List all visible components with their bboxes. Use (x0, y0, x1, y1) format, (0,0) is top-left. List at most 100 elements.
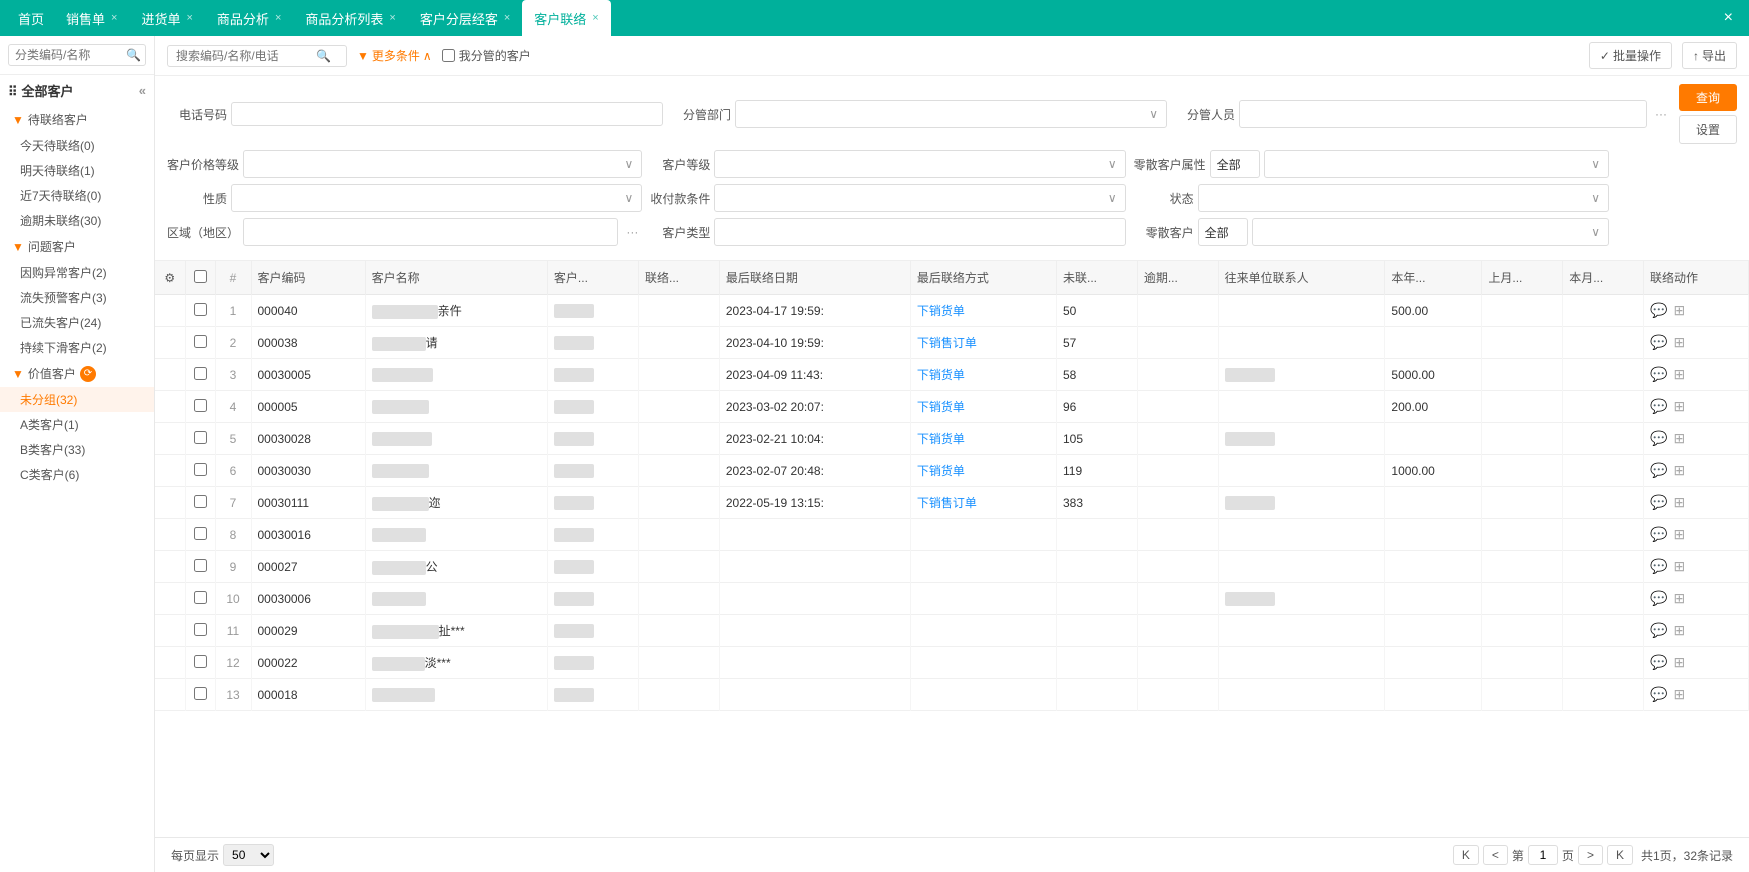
message-icon[interactable]: 💬 (1650, 686, 1667, 703)
last-method-link[interactable]: 下销货单 (917, 464, 965, 478)
last-method-link[interactable]: 下销售订单 (917, 496, 977, 510)
table-overdue-header[interactable]: 逾期... (1137, 261, 1218, 295)
row-checkbox-cell[interactable] (185, 327, 215, 359)
row-checkbox[interactable] (194, 495, 207, 508)
table-this-month-header[interactable]: 本月... (1563, 261, 1644, 295)
close-product-analysis-list-icon[interactable]: × (389, 12, 395, 24)
row-checkbox[interactable] (194, 367, 207, 380)
last-method-link[interactable]: 下销货单 (917, 432, 965, 446)
tab-customer-segment[interactable]: 客户分层经客 × (408, 0, 522, 36)
last-page-button[interactable]: K (1607, 845, 1633, 865)
retail-attr-value-select[interactable]: ∨ (1264, 150, 1609, 178)
table-code-header[interactable]: 客户编码 (251, 261, 365, 295)
sidebar-item-tomorrow-pending[interactable]: 明天待联络(1) (0, 158, 154, 183)
close-customer-contact-icon[interactable]: × (592, 12, 598, 24)
row-checkbox-cell[interactable] (185, 647, 215, 679)
first-page-button[interactable]: K (1453, 845, 1479, 865)
row-checkbox-cell[interactable] (185, 583, 215, 615)
message-icon[interactable]: 💬 (1650, 366, 1667, 383)
dept-select[interactable]: ∨ (735, 100, 1167, 128)
tab-purchase-order[interactable]: 进货单 × (129, 0, 204, 36)
grid-icon[interactable]: ⊞ (1673, 302, 1685, 319)
row-checkbox-cell[interactable] (185, 615, 215, 647)
per-page-select[interactable]: 50 20 100 (223, 844, 274, 866)
retail-customer-value-select[interactable]: 全部 (1198, 218, 1248, 246)
message-icon[interactable]: 💬 (1650, 654, 1667, 671)
grid-icon[interactable]: ⊞ (1673, 494, 1685, 511)
home-tab[interactable]: 首页 (8, 9, 54, 28)
row-checkbox-cell[interactable] (185, 679, 215, 711)
sidebar-item-7days-pending[interactable]: 近7天待联络(0) (0, 183, 154, 208)
retail-customer-extra-select[interactable]: ∨ (1252, 218, 1609, 246)
grid-icon[interactable]: ⊞ (1673, 526, 1685, 543)
message-icon[interactable]: 💬 (1650, 590, 1667, 607)
row-checkbox[interactable] (194, 559, 207, 572)
search-input[interactable] (176, 49, 316, 63)
message-icon[interactable]: 💬 (1650, 622, 1667, 639)
score-customer-group[interactable]: ▼ 价值客户 ⟳ (0, 360, 154, 387)
last-method-link[interactable]: 下销货单 (917, 400, 965, 414)
message-icon[interactable]: 💬 (1650, 430, 1667, 447)
message-icon[interactable]: 💬 (1650, 558, 1667, 575)
batch-operation-button[interactable]: ✓ 批量操作 (1589, 42, 1672, 69)
row-checkbox[interactable] (194, 687, 207, 700)
close-product-analysis-icon[interactable]: × (275, 12, 281, 24)
row-checkbox[interactable] (194, 463, 207, 476)
region-more-icon[interactable]: ··· (622, 225, 642, 239)
my-customers-checkbox-label[interactable]: 我分管的客户 (442, 47, 531, 64)
sidebar-item-b-class[interactable]: B类客户(33) (0, 437, 154, 462)
row-checkbox[interactable] (194, 527, 207, 540)
grid-icon[interactable]: ⊞ (1673, 366, 1685, 383)
problem-customer-group[interactable]: ▼ 问题客户 (0, 233, 154, 260)
sidebar-item-churned[interactable]: 已流失客户(24) (0, 310, 154, 335)
table-uncontacted-header[interactable]: 未联... (1056, 261, 1137, 295)
phone-input[interactable] (231, 102, 663, 126)
table-this-year-header[interactable]: 本年... (1385, 261, 1482, 295)
grid-icon[interactable]: ⊞ (1673, 462, 1685, 479)
gender-select[interactable]: ∨ (231, 184, 642, 212)
row-checkbox[interactable] (194, 623, 207, 636)
status-select[interactable]: ∨ (1198, 184, 1609, 212)
reset-button[interactable]: 设置 (1679, 115, 1737, 144)
close-sales-order-icon[interactable]: × (111, 12, 117, 24)
tab-customer-contact[interactable]: 客户联络 × (522, 0, 610, 36)
last-method-link[interactable]: 下销货单 (917, 304, 965, 318)
grid-icon[interactable]: ⊞ (1673, 686, 1685, 703)
sidebar-item-declining[interactable]: 持续下滑客户(2) (0, 335, 154, 360)
table-last-date-header[interactable]: 最后联络日期 (719, 261, 910, 295)
row-checkbox-cell[interactable] (185, 295, 215, 327)
sidebar-item-overdue[interactable]: 逾期未联络(30) (0, 208, 154, 233)
my-customers-checkbox[interactable] (442, 49, 455, 62)
customer-level-select[interactable]: ∨ (714, 150, 1125, 178)
row-checkbox[interactable] (194, 431, 207, 444)
payment-select[interactable]: ∨ (714, 184, 1125, 212)
export-button[interactable]: ↑ 导出 (1682, 42, 1737, 69)
message-icon[interactable]: 💬 (1650, 334, 1667, 351)
row-checkbox-cell[interactable] (185, 391, 215, 423)
row-checkbox[interactable] (194, 591, 207, 604)
sidebar-item-ungroup[interactable]: 未分组(32) (0, 387, 154, 412)
message-icon[interactable]: 💬 (1650, 494, 1667, 511)
row-checkbox[interactable] (194, 303, 207, 316)
person-select[interactable] (1239, 100, 1647, 128)
grid-icon[interactable]: ⊞ (1673, 334, 1685, 351)
customer-type-select[interactable] (714, 218, 1125, 246)
tab-sales-order[interactable]: 销售单 × (54, 0, 129, 36)
row-checkbox-cell[interactable] (185, 359, 215, 391)
last-method-link[interactable]: 下销售订单 (917, 336, 977, 350)
table-contact-header[interactable]: 联络... (639, 261, 720, 295)
all-customers-header[interactable]: ⠿全部客户 « (0, 75, 154, 106)
sidebar-item-a-class[interactable]: A类客户(1) (0, 412, 154, 437)
row-checkbox-cell[interactable] (185, 423, 215, 455)
next-page-button[interactable]: > (1578, 845, 1603, 865)
sidebar-item-c-class[interactable]: C类客户(6) (0, 462, 154, 487)
close-purchase-order-icon[interactable]: × (186, 12, 192, 24)
table-unit-contact-header[interactable]: 往来单位联系人 (1218, 261, 1385, 295)
row-checkbox[interactable] (194, 399, 207, 412)
sidebar-item-churn-warning[interactable]: 流失预警客户(3) (0, 285, 154, 310)
grid-icon[interactable]: ⊞ (1673, 398, 1685, 415)
prev-page-button[interactable]: < (1483, 845, 1508, 865)
retail-attr-select[interactable]: 全部 (1210, 150, 1260, 178)
tab-product-analysis[interactable]: 商品分析 × (205, 0, 293, 36)
table-checkbox-header[interactable] (185, 261, 215, 295)
